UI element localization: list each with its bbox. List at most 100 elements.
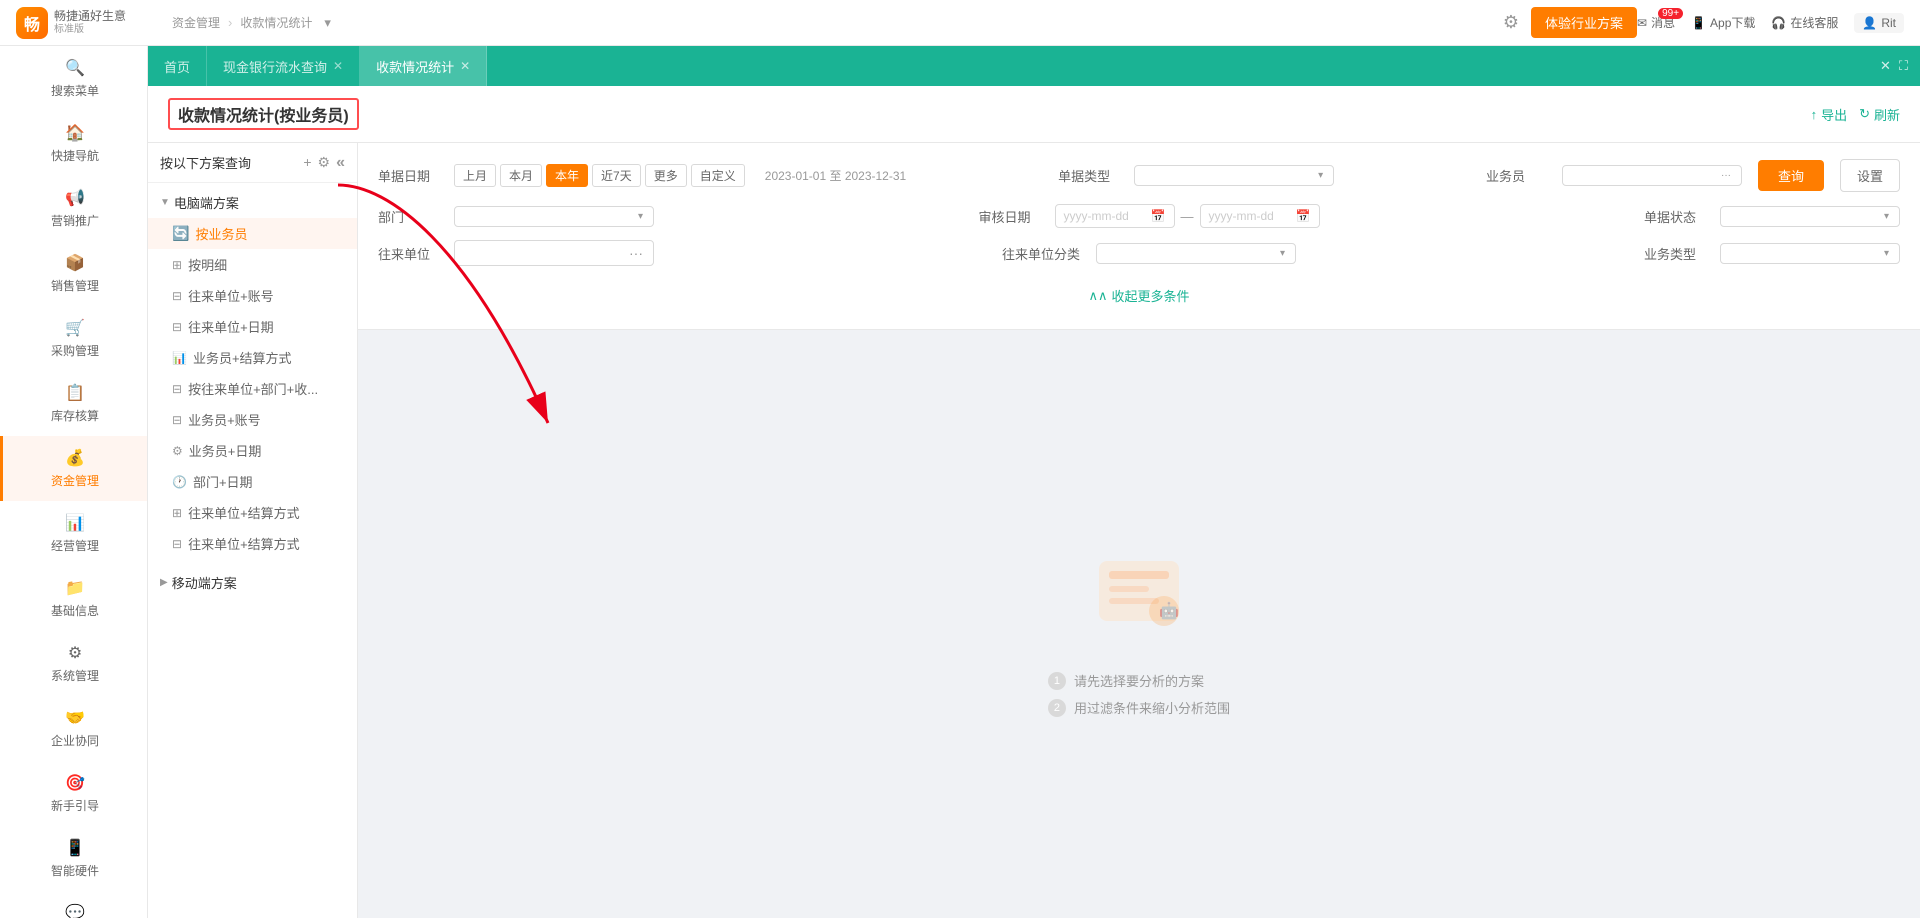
date-btn-7days[interactable]: 近7天	[592, 164, 641, 187]
sidebar-item-hardware[interactable]: 📱 智能硬件	[0, 826, 147, 891]
filter-row-1: 单据日期 上月 本月 本年 近7天 更多 自定义 2023-01-01 至 20…	[378, 159, 1900, 192]
date-btn-custom[interactable]: 自定义	[691, 164, 745, 187]
finance-icon: 💰	[65, 448, 85, 468]
sidebar-item-guide[interactable]: 🎯 新手引导	[0, 761, 147, 826]
tip-num-1: 1	[1048, 672, 1066, 690]
left-panel-wrapper: 按以下方案查询 + ⚙ « ▼ 电脑端方案	[148, 143, 358, 918]
sidebar-item-finance[interactable]: 💰 资金管理	[0, 436, 147, 501]
message-btn[interactable]: ✉ 消息 99+	[1637, 14, 1675, 31]
purchase-icon: 🛒	[65, 318, 85, 338]
industry-button[interactable]: 体验行业方案	[1531, 7, 1637, 38]
scheme-item-partner-date[interactable]: ⊟ 往来单位+日期	[148, 311, 357, 342]
date-label: 单据日期	[378, 166, 438, 185]
sidebar-item-search-menu[interactable]: 🔍 搜索菜单	[0, 46, 147, 111]
scheme-collapse-icon[interactable]: «	[336, 154, 345, 172]
online-service-btn[interactable]: 🎧 在线客服	[1771, 14, 1838, 31]
collapse-btn[interactable]: ∧∧ 收起更多条件	[378, 278, 1900, 313]
tab-bank[interactable]: 现金银行流水查询 ✕	[207, 46, 360, 86]
scheme-header-actions: + ⚙ «	[303, 154, 345, 172]
scheme-item-by-salesperson[interactable]: 🔄 按业务员	[148, 218, 357, 249]
scheme-item-salesperson-settlement[interactable]: 📊 业务员+结算方式	[148, 342, 357, 373]
app-download-btn[interactable]: 📱 App下载	[1691, 14, 1755, 31]
voucher-type-select[interactable]: ▾	[1134, 165, 1334, 186]
window-maximize-icon[interactable]: ⛶	[1899, 58, 1908, 74]
scheme-item-partner-settlement1[interactable]: ⊞ 往来单位+结算方式	[148, 497, 357, 528]
scheme-item-dept-date[interactable]: 🕐 部门+日期	[148, 466, 357, 497]
breadcrumb-item1: 资金管理	[172, 14, 220, 31]
query-button[interactable]: 查询	[1758, 160, 1824, 191]
tab-home-label: 首页	[164, 57, 190, 76]
voucher-status-select[interactable]: ▾	[1720, 206, 1900, 227]
main-layout: 🔍 搜索菜单 🏠 快捷导航 📢 营销推广 📦 销售管理 🛒 采购管理 📋 库存核…	[0, 46, 1920, 918]
refresh-btn[interactable]: ↻ 刷新	[1859, 105, 1900, 124]
scheme-item-partner-settlement2[interactable]: ⊟ 往来单位+结算方式	[148, 528, 357, 559]
add-scheme-icon[interactable]: +	[303, 154, 311, 172]
scheme-header: 按以下方案查询 + ⚙ «	[148, 143, 357, 183]
gear-btn[interactable]: ⚙	[1503, 12, 1519, 33]
tab-bar: 首页 现金银行流水查询 ✕ 收款情况统计 ✕ ✕ ⛶	[148, 46, 1920, 86]
window-close-icon[interactable]: ✕	[1880, 58, 1891, 74]
desktop-group-title[interactable]: ▼ 电脑端方案	[148, 187, 357, 218]
sidebar-label-system: 系统管理	[51, 667, 99, 684]
date-separator: —	[1181, 209, 1194, 224]
desktop-group-arrow: ▼	[160, 197, 170, 208]
sidebar-item-inventory[interactable]: 📋 库存核算	[0, 371, 147, 436]
tab-receipt[interactable]: 收款情况统计 ✕	[360, 46, 487, 86]
scheme-icon-partner-dept: ⊟	[172, 382, 182, 396]
partner-category-select[interactable]: ▾	[1096, 243, 1296, 264]
partner-select[interactable]: ···	[454, 240, 654, 266]
tab-bank-close[interactable]: ✕	[333, 59, 343, 73]
scheme-item-salesperson-date[interactable]: ⚙ 业务员+日期	[148, 435, 357, 466]
review-date-from[interactable]: yyyy-mm-dd 📅	[1055, 204, 1175, 228]
export-btn[interactable]: ↑ 导出	[1811, 105, 1848, 124]
sidebar-item-system[interactable]: ⚙ 系统管理	[0, 631, 147, 696]
partner-more-dots[interactable]: ···	[629, 245, 643, 261]
collapse-label: 收起更多条件	[1112, 286, 1190, 305]
user-name: Rit	[1881, 16, 1896, 30]
review-date-to[interactable]: yyyy-mm-dd 📅	[1200, 204, 1320, 228]
sidebar-label-search-menu: 搜索菜单	[51, 82, 99, 99]
content-area: 首页 现金银行流水查询 ✕ 收款情况统计 ✕ ✕ ⛶ 收款情况统计(按业务员) …	[148, 46, 1920, 918]
date-btn-this-year[interactable]: 本年	[546, 164, 588, 187]
system-icon: ⚙	[65, 643, 85, 663]
sidebar-item-wechat[interactable]: 💬 企业微信	[0, 891, 147, 918]
top-bar: 畅 畅捷通好生意 标准版 资金管理 › 收款情况统计 ▾ ⚙ 体验行业方案 ✉ …	[0, 0, 1920, 46]
scheme-item-partner-dept-receipt[interactable]: ⊟ 按往来单位+部门+收...	[148, 373, 357, 404]
scheme-item-salesperson-account[interactable]: ⊟ 业务员+账号	[148, 404, 357, 435]
inventory-icon: 📋	[65, 383, 85, 403]
scheme-icon-salesperson-account: ⊟	[172, 413, 182, 427]
breadcrumb-dropdown[interactable]: ▾	[324, 15, 331, 31]
mobile-group-title[interactable]: ▶ 移动端方案	[148, 567, 357, 598]
sidebar-item-basicinfo[interactable]: 📁 基础信息	[0, 566, 147, 631]
date-btn-this-month[interactable]: 本月	[500, 164, 542, 187]
sidebar-label-basicinfo: 基础信息	[51, 602, 99, 619]
hardware-icon: 📱	[65, 838, 85, 858]
tab-receipt-close[interactable]: ✕	[460, 59, 470, 73]
sidebar-label-marketing: 营销推广	[51, 212, 99, 229]
sidebar-item-operation[interactable]: 📊 经营管理	[0, 501, 147, 566]
date-btn-more[interactable]: 更多	[645, 164, 687, 187]
date-btn-last-month[interactable]: 上月	[454, 164, 496, 187]
sidebar-item-sales[interactable]: 📦 销售管理	[0, 241, 147, 306]
scheme-settings-icon[interactable]: ⚙	[318, 154, 331, 172]
sidebar-item-enterprise[interactable]: 🤝 企业协同	[0, 696, 147, 761]
gear-icon[interactable]: ⚙	[1503, 12, 1519, 32]
salesperson-select[interactable]: ···	[1562, 165, 1742, 186]
scheme-item-partner-account[interactable]: ⊟ 往来单位+账号	[148, 280, 357, 311]
scheme-item-by-detail[interactable]: ⊞ 按明细	[148, 249, 357, 280]
tip-text-2: 用过滤条件来缩小分析范围	[1074, 698, 1230, 717]
download-icon: 📱	[1691, 16, 1706, 30]
voucher-status-label: 单据状态	[1644, 207, 1704, 226]
mobile-group-arrow: ▶	[160, 577, 168, 588]
filter-settings-button[interactable]: 设置	[1840, 159, 1900, 192]
voucher-type-arrow: ▾	[1318, 170, 1323, 181]
empty-tip-2: 2 用过滤条件来缩小分析范围	[1048, 698, 1230, 717]
biz-type-select[interactable]: ▾	[1720, 243, 1900, 264]
dept-select[interactable]: ▾	[454, 206, 654, 227]
sidebar-item-marketing[interactable]: 📢 营销推广	[0, 176, 147, 241]
sidebar-item-purchase[interactable]: 🛒 采购管理	[0, 306, 147, 371]
tab-home[interactable]: 首页	[148, 46, 207, 86]
scheme-label-dept-date: 部门+日期	[193, 472, 253, 491]
sidebar-item-quick-nav[interactable]: 🏠 快捷导航	[0, 111, 147, 176]
user-area[interactable]: 👤 Rit	[1854, 13, 1904, 33]
